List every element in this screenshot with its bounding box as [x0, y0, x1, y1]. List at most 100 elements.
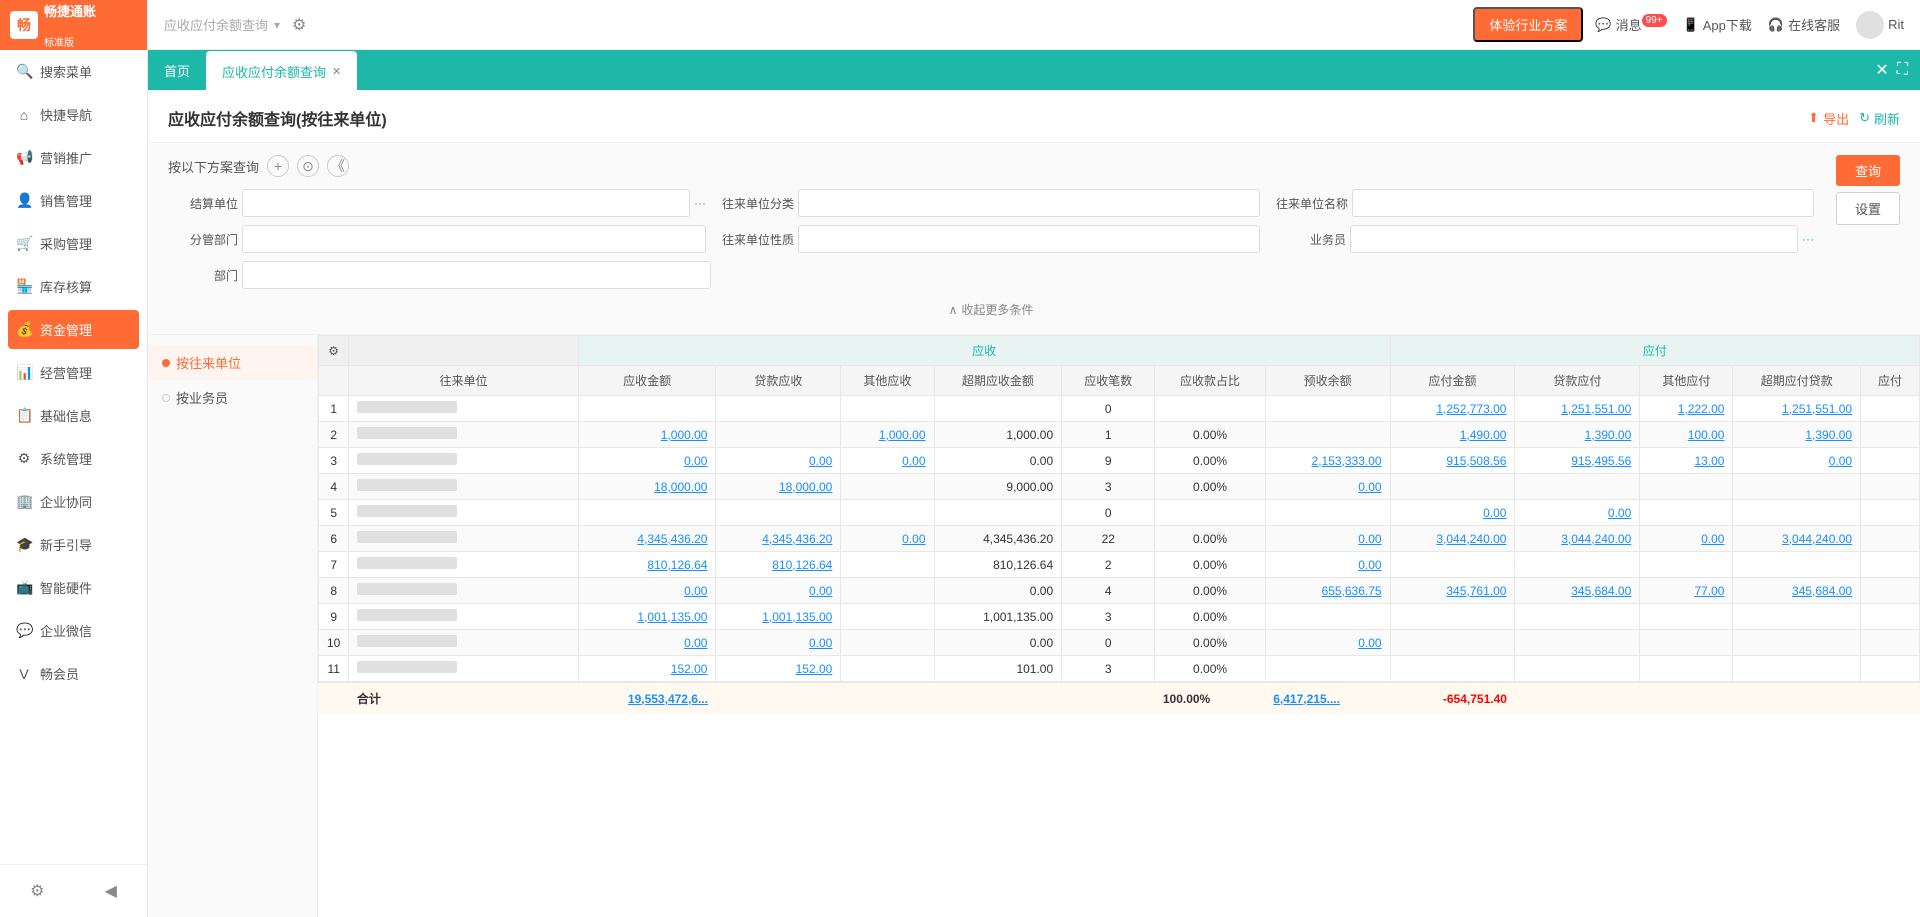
cell-link[interactable]: 1,222.00 — [1678, 402, 1725, 416]
cell-link[interactable]: 1,390.00 — [1805, 428, 1852, 442]
left-panel-item-staff[interactable]: 按业务员 — [148, 380, 317, 415]
filter-settlement-input[interactable] — [242, 189, 690, 217]
app-download-action[interactable]: 📱 App下载 — [1683, 15, 1752, 34]
cell-link[interactable]: 0.00 — [809, 636, 832, 650]
cell-link[interactable]: 13.00 — [1694, 454, 1724, 468]
cell-link[interactable]: 345,761.00 — [1446, 584, 1506, 598]
filter-partner-category[interactable] — [798, 189, 1260, 217]
cell-link[interactable]: 1,390.00 — [1585, 428, 1632, 442]
sidebar-item-member[interactable]: V 畅会员 — [0, 652, 147, 695]
cell-link[interactable]: 1,001,135.00 — [762, 610, 832, 624]
cell-link[interactable]: 0.00 — [809, 454, 832, 468]
sidebar-settings-btn[interactable]: ⚙ — [22, 873, 52, 909]
tab-close-icon[interactable]: ✕ — [332, 65, 341, 78]
topbar-gear-icon[interactable]: ⚙ — [292, 15, 306, 35]
cell-link[interactable]: 1,490.00 — [1460, 428, 1507, 442]
filter-collapse-btn[interactable]: 《 — [327, 155, 349, 177]
cell-link[interactable]: 18,000.00 — [779, 480, 832, 494]
cell-link[interactable]: 4,345,436.20 — [637, 532, 707, 546]
cell-link[interactable]: 100.00 — [1688, 428, 1725, 442]
sidebar-item-guide[interactable]: 🎓 新手引导 — [0, 523, 147, 566]
sidebar-item-search[interactable]: 🔍 搜索菜单 — [0, 50, 147, 93]
cell-advance-balance — [1265, 656, 1390, 683]
cell-link[interactable]: 1,000.00 — [879, 428, 926, 442]
cell-link[interactable]: 3,044,240.00 — [1561, 532, 1631, 546]
promo-button[interactable]: 体验行业方案 — [1473, 7, 1583, 42]
cell-link[interactable]: 77.00 — [1694, 584, 1724, 598]
cell-link[interactable]: 3,044,240.00 — [1782, 532, 1852, 546]
sidebar-item-hardware[interactable]: 📺 智能硬件 — [0, 566, 147, 609]
cell-link[interactable]: 1,252,773.00 — [1436, 402, 1506, 416]
cell-link[interactable]: 0.00 — [902, 454, 925, 468]
sidebar-item-management[interactable]: 📊 经营管理 — [0, 351, 147, 394]
cell-payable-extra — [1861, 630, 1920, 656]
tab-close-window-icon[interactable]: ✕ — [1875, 60, 1888, 80]
cell-link[interactable]: 0.00 — [1358, 636, 1381, 650]
sidebar-item-wechat[interactable]: 💬 企业微信 — [0, 609, 147, 652]
cell-link[interactable]: 0.00 — [1701, 532, 1724, 546]
cell-link[interactable]: 2,153,333.00 — [1312, 454, 1382, 468]
left-panel-item-partner[interactable]: 按往来单位 — [148, 345, 317, 380]
tab-home[interactable]: 首页 — [148, 50, 206, 90]
filter-staff[interactable] — [1350, 225, 1798, 253]
sidebar-collapse-btn[interactable]: ◀ — [97, 873, 125, 909]
cell-link[interactable]: 4,345,436.20 — [762, 532, 832, 546]
filter-department[interactable] — [242, 261, 711, 289]
breadcrumb-dropdown[interactable]: ▾ — [274, 18, 280, 32]
cell-link[interactable]: 0.00 — [1358, 558, 1381, 572]
sidebar-item-finance[interactable]: 💰 资金管理 — [8, 310, 139, 349]
cell-link[interactable]: 0.00 — [902, 532, 925, 546]
user-action[interactable]: Rit — [1856, 11, 1904, 39]
cell-link[interactable]: 0.00 — [684, 454, 707, 468]
cell-link[interactable]: 18,000.00 — [654, 480, 707, 494]
refresh-button[interactable]: ↻ 刷新 — [1859, 109, 1900, 128]
filter-partner-name[interactable] — [1352, 189, 1814, 217]
cell-link[interactable]: 0.00 — [1358, 532, 1381, 546]
setting-button[interactable]: 设置 — [1836, 192, 1900, 225]
sidebar-item-purchase[interactable]: 🛒 采购管理 — [0, 222, 147, 265]
table-settings-icon[interactable]: ⚙ — [328, 344, 339, 358]
cell-link[interactable]: 0.00 — [684, 584, 707, 598]
cell-link[interactable]: 345,684.00 — [1571, 584, 1631, 598]
th-settings[interactable]: ⚙ — [319, 336, 349, 366]
sidebar-item-quick[interactable]: ⌂ 快捷导航 — [0, 93, 147, 136]
filter-collapse-more-btn[interactable]: ∧ 收起更多条件 — [949, 301, 1034, 318]
tab-balance[interactable]: 应收应付余额查询 ✕ — [206, 51, 357, 91]
cell-link[interactable]: 1,251,551.00 — [1561, 402, 1631, 416]
filter-staff-dots[interactable]: ··· — [1802, 232, 1814, 246]
cell-link[interactable]: 810,126.64 — [772, 558, 832, 572]
cell-link[interactable]: 1,000.00 — [661, 428, 708, 442]
tab-expand-icon[interactable]: ⛶ — [1897, 61, 1908, 79]
cell-link[interactable]: 915,508.56 — [1446, 454, 1506, 468]
filter-add-btn[interactable]: + — [267, 155, 289, 177]
filter-partner-nature[interactable] — [798, 225, 1260, 253]
sidebar-item-system[interactable]: ⚙ 系统管理 — [0, 437, 147, 480]
service-action[interactable]: 🎧 在线客服 — [1768, 15, 1840, 34]
cell-link[interactable]: 345,684.00 — [1792, 584, 1852, 598]
cell-link[interactable]: 0.00 — [684, 636, 707, 650]
cell-link[interactable]: 810,126.64 — [647, 558, 707, 572]
filter-dept[interactable] — [242, 225, 706, 253]
cell-link[interactable]: 152.00 — [796, 662, 833, 676]
sidebar-item-inventory[interactable]: 🏪 库存核算 — [0, 265, 147, 308]
cell-link[interactable]: 1,001,135.00 — [637, 610, 707, 624]
filter-settlement-dots[interactable]: ··· — [694, 196, 706, 210]
cell-link[interactable]: 0.00 — [1358, 480, 1381, 494]
query-button[interactable]: 查询 — [1836, 155, 1900, 186]
cell-link[interactable]: 3,044,240.00 — [1436, 532, 1506, 546]
cell-link[interactable]: 152.00 — [671, 662, 708, 676]
cell-link[interactable]: 0.00 — [809, 584, 832, 598]
filter-settings-btn[interactable]: ⊙ — [297, 155, 319, 177]
sidebar-item-marketing[interactable]: 📢 营销推广 — [0, 136, 147, 179]
message-action[interactable]: 💬 消息 99+ — [1595, 15, 1666, 34]
export-button[interactable]: ⬆ 导出 — [1808, 109, 1849, 128]
sidebar-item-corp[interactable]: 🏢 企业协同 — [0, 480, 147, 523]
cell-link[interactable]: 1,251,551.00 — [1782, 402, 1852, 416]
cell-link[interactable]: 0.00 — [1829, 454, 1852, 468]
sidebar-item-basic[interactable]: 📋 基础信息 — [0, 394, 147, 437]
sidebar-item-sales[interactable]: 👤 销售管理 — [0, 179, 147, 222]
cell-link[interactable]: 0.00 — [1608, 506, 1631, 520]
cell-link[interactable]: 0.00 — [1483, 506, 1506, 520]
cell-link[interactable]: 915,495.56 — [1571, 454, 1631, 468]
cell-link[interactable]: 655,636.75 — [1322, 584, 1382, 598]
